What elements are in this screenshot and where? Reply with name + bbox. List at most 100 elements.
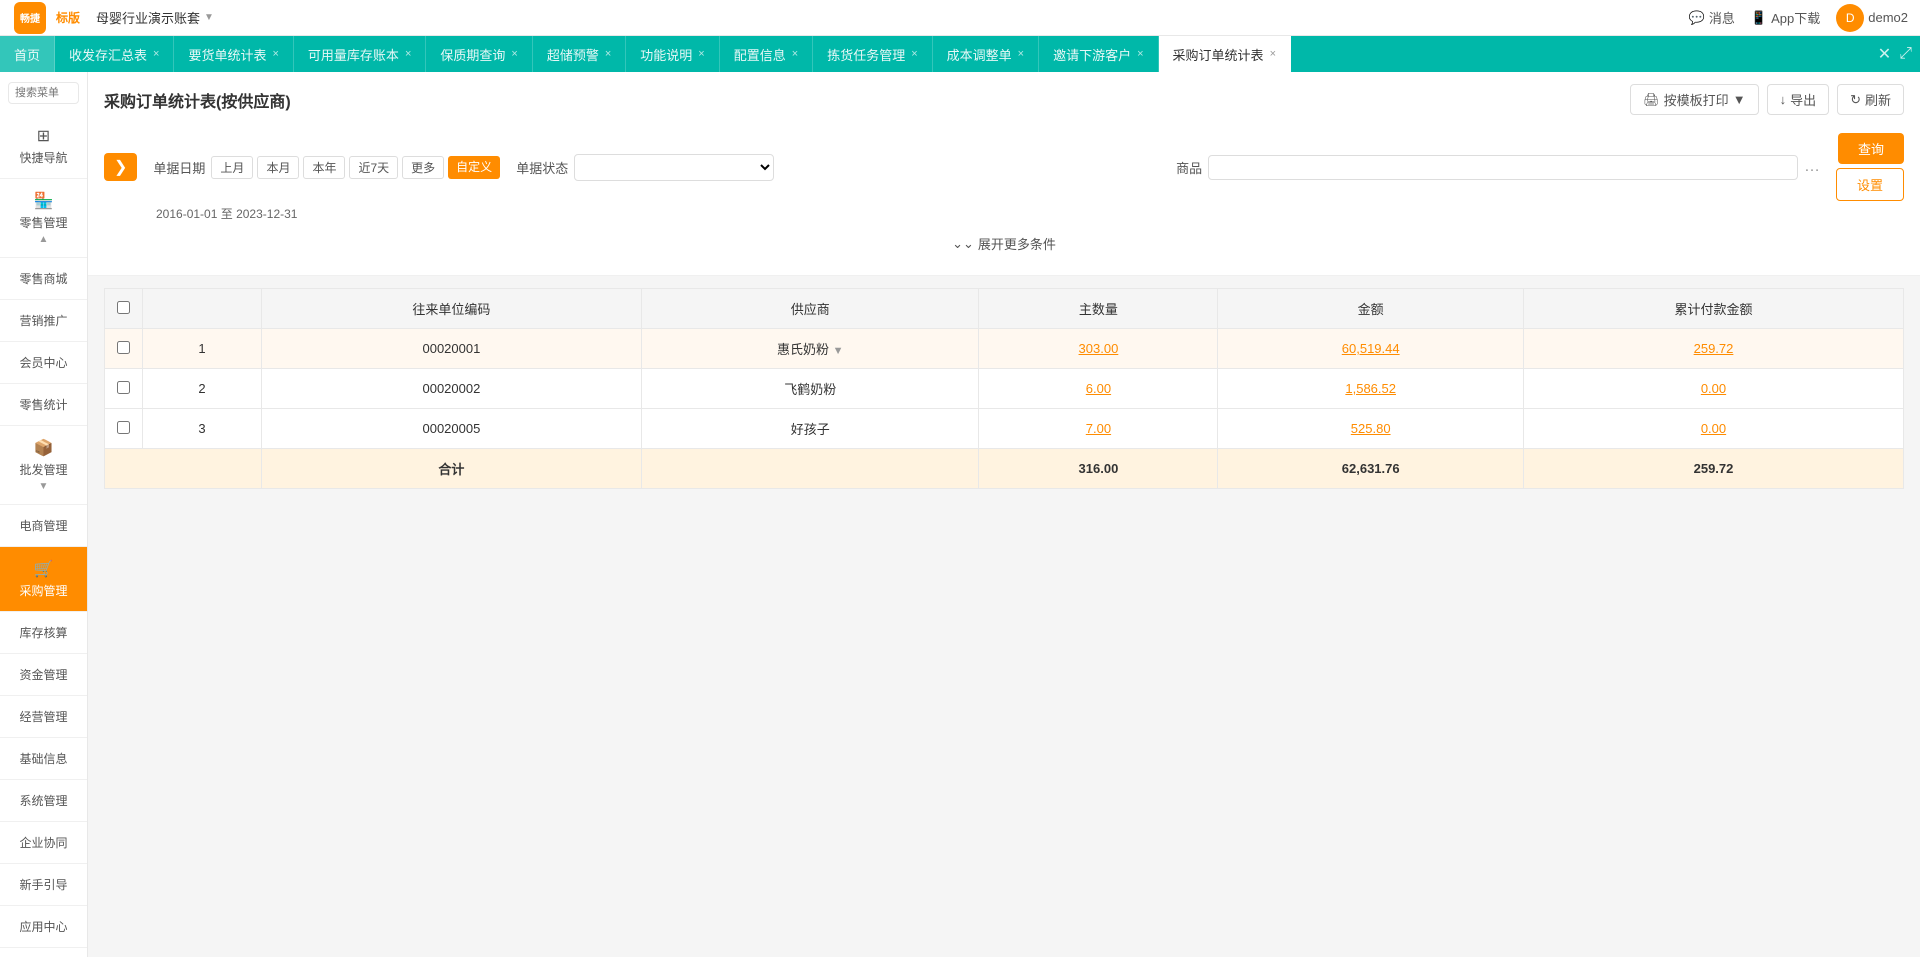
row2-amount[interactable]: 1,586.52 [1218, 369, 1524, 409]
sidebar-item-retail-stat[interactable]: 零售统计 [0, 384, 87, 426]
row3-checkbox[interactable] [117, 421, 130, 434]
expand-icon: ⌄⌄ [952, 236, 974, 252]
main-layout: ⊞ 快捷导航 🏪 零售管理 ▲ 零售商城 营销推广 会员中心 零售统计 📦 批发… [0, 72, 1920, 957]
tab-function-close[interactable]: × [698, 48, 704, 60]
th-amount: 金额 [1218, 289, 1524, 329]
summary-paid: 259.72 [1523, 449, 1903, 489]
select-all-checkbox[interactable] [117, 301, 130, 314]
sidebar-item-basic[interactable]: 基础信息 [0, 738, 87, 780]
sidebar-item-retail-stat-label: 零售统计 [19, 396, 67, 413]
row2-main-qty[interactable]: 6.00 [979, 369, 1218, 409]
sidebar-item-wechat[interactable]: 企业微信 [0, 948, 87, 957]
tab-function[interactable]: 功能说明 × [626, 36, 719, 72]
row3-amount[interactable]: 525.80 [1218, 409, 1524, 449]
retail-icon: 🏪 [34, 191, 54, 211]
tab-overstock-close[interactable]: × [605, 48, 611, 60]
tab-expand-icon[interactable]: ⤢ [1899, 45, 1912, 63]
settings-button[interactable]: 设置 [1836, 168, 1904, 201]
tab-inventory-close[interactable]: × [405, 48, 411, 60]
sidebar-item-purchase[interactable]: 🛒 采购管理 [0, 547, 87, 612]
refresh-button[interactable]: ↻ 刷新 [1837, 84, 1904, 115]
sidebar-item-finance[interactable]: 资金管理 [0, 654, 87, 696]
tab-purchase-order-stat[interactable]: 采购订单统计表 × [1159, 36, 1291, 72]
tab-invite-close[interactable]: × [1137, 48, 1143, 60]
row1-paid[interactable]: 259.72 [1523, 329, 1903, 369]
filter-collapse-btn[interactable]: ❯ [104, 153, 137, 181]
tab-purchase-order-stat-close[interactable]: × [1270, 48, 1276, 60]
tab-close-all-icon[interactable]: ✕ [1878, 44, 1891, 64]
date-btn-this-year[interactable]: 本年 [303, 156, 345, 179]
row2-unit-code: 00020002 [261, 369, 641, 409]
goods-label: 商品 [1176, 158, 1202, 177]
tab-overstock[interactable]: 超储预警 × [533, 36, 626, 72]
date-btn-last-month[interactable]: 上月 [211, 156, 253, 179]
nav-tabs: 首页 收发存汇总表 × 要货单统计表 × 可用量库存账本 × 保质期查询 × 超… [0, 36, 1920, 72]
tab-task[interactable]: 拣货任务管理 × [813, 36, 932, 72]
tab-inventory[interactable]: 可用量库存账本 × [294, 36, 426, 72]
tab-purchase-stat-close[interactable]: × [272, 48, 278, 60]
date-btn-more[interactable]: 更多 [402, 156, 444, 179]
logo-image: 畅捷 [14, 2, 46, 34]
row1-main-qty[interactable]: 303.00 [979, 329, 1218, 369]
tab-invite[interactable]: 邀请下游客户 × [1039, 36, 1158, 72]
tab-home-label: 首页 [14, 45, 40, 64]
sidebar-item-member[interactable]: 会员中心 [0, 342, 87, 384]
filter-bar: ❯ 单据日期 上月 本月 本年 近7天 更多 自定义 单据状态 [88, 123, 1920, 276]
row1-amount[interactable]: 60,519.44 [1218, 329, 1524, 369]
search-input[interactable] [8, 82, 79, 104]
sidebar-item-retail-mall[interactable]: 零售商城 [0, 258, 87, 300]
status-select[interactable] [574, 154, 774, 181]
row3-num: 3 [143, 409, 262, 449]
export-button[interactable]: ↓ 导出 [1767, 84, 1830, 115]
row2-paid[interactable]: 0.00 [1523, 369, 1903, 409]
sidebar-item-quick-nav-label: 快捷导航 [19, 149, 67, 166]
sidebar-item-guide[interactable]: 新手引导 [0, 864, 87, 906]
expand-more-row: ⌄⌄ 展开更多条件 [104, 222, 1904, 265]
sidebar-item-app-center[interactable]: 应用中心 [0, 906, 87, 948]
row1-expand-icon[interactable]: ▼ [833, 345, 844, 357]
tab-cost[interactable]: 成本调整单 × [933, 36, 1039, 72]
sidebar-item-quick-nav[interactable]: ⊞ 快捷导航 [0, 114, 87, 179]
th-checkbox [105, 289, 143, 329]
user-profile[interactable]: D demo2 [1836, 4, 1908, 32]
tab-expiry[interactable]: 保质期查询 × [426, 36, 532, 72]
tab-purchase-stat[interactable]: 要货单统计表 × [174, 36, 293, 72]
message-btn[interactable]: 💬 消息 [1689, 8, 1735, 27]
tab-home[interactable]: 首页 [0, 36, 55, 72]
expand-more-btn[interactable]: ⌄⌄ 展开更多条件 [940, 230, 1068, 257]
sidebar-item-wholesale[interactable]: 📦 批发管理 ▼ [0, 426, 87, 505]
refresh-label: 刷新 [1865, 90, 1891, 109]
tab-expiry-close[interactable]: × [511, 48, 517, 60]
date-btn-this-month[interactable]: 本月 [257, 156, 299, 179]
sidebar-item-system[interactable]: 系统管理 [0, 780, 87, 822]
goods-more-icon[interactable]: … [1804, 158, 1820, 176]
query-button[interactable]: 查询 [1838, 133, 1904, 164]
tab-receive[interactable]: 收发存汇总表 × [55, 36, 174, 72]
tab-receive-close[interactable]: × [153, 48, 159, 60]
sidebar-item-enterprise[interactable]: 企业协同 [0, 822, 87, 864]
sidebar-item-retail[interactable]: 🏪 零售管理 ▲ [0, 179, 87, 258]
row2-checkbox[interactable] [117, 381, 130, 394]
tab-config-close[interactable]: × [792, 48, 798, 60]
sidebar-item-inventory-check[interactable]: 库存核算 [0, 612, 87, 654]
th-main-qty: 主数量 [979, 289, 1218, 329]
tab-cost-close[interactable]: × [1018, 48, 1024, 60]
tab-config[interactable]: 配置信息 × [720, 36, 813, 72]
custom-date-tag[interactable]: 自定义 [448, 156, 500, 179]
workspace-selector[interactable]: 母婴行业演示账套 ▼ [88, 8, 222, 27]
tab-task-close[interactable]: × [911, 48, 917, 60]
sidebar-item-marketing[interactable]: 营销推广 [0, 300, 87, 342]
sidebar-item-ecommerce[interactable]: 电商管理 [0, 505, 87, 547]
summary-main-qty: 316.00 [979, 449, 1218, 489]
date-btn-last-7-days[interactable]: 近7天 [349, 156, 398, 179]
row3-main-qty[interactable]: 7.00 [979, 409, 1218, 449]
row1-checkbox-cell [105, 329, 143, 369]
summary-empty [105, 449, 262, 489]
app-download-btn[interactable]: 📱 App下载 [1751, 8, 1820, 27]
sidebar-item-operation[interactable]: 经营管理 [0, 696, 87, 738]
row1-checkbox[interactable] [117, 341, 130, 354]
goods-input[interactable] [1208, 155, 1798, 180]
row3-paid[interactable]: 0.00 [1523, 409, 1903, 449]
row3-unit-code: 00020005 [261, 409, 641, 449]
print-button[interactable]: 🖨 按模板打印 ▼ [1630, 84, 1758, 115]
